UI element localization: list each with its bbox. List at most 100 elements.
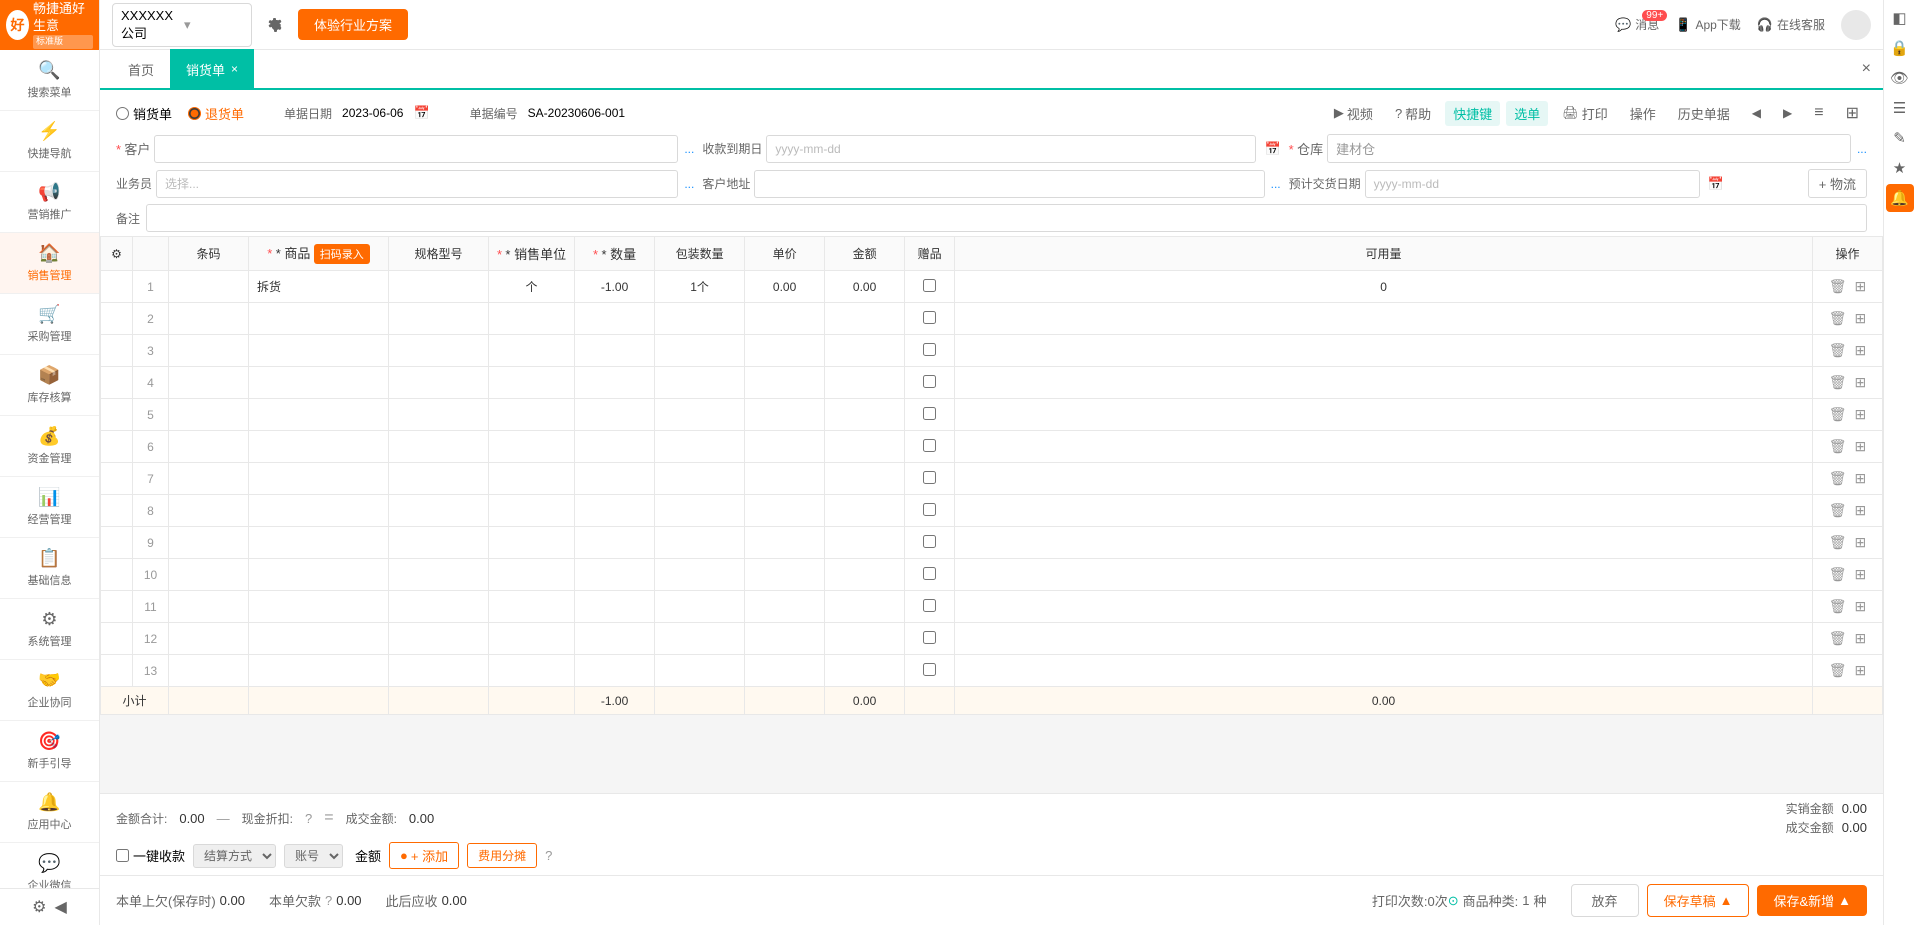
- row-product-cell[interactable]: [249, 335, 389, 367]
- delivery-calendar-icon[interactable]: 📅: [1708, 176, 1724, 192]
- gift-checkbox[interactable]: [923, 567, 936, 580]
- discard-button[interactable]: 放弃: [1571, 884, 1639, 917]
- row-qty-cell[interactable]: -1.00: [575, 271, 655, 303]
- row-pkg-qty-cell[interactable]: [655, 463, 745, 495]
- discount-info-icon[interactable]: ?: [305, 811, 312, 826]
- row-spec-cell[interactable]: [389, 591, 489, 623]
- row-pkg-qty-cell[interactable]: [655, 623, 745, 655]
- row-delete-button[interactable]: 🗑: [1827, 372, 1849, 393]
- row-barcode-cell[interactable]: [169, 335, 249, 367]
- one-click-checkbox[interactable]: [116, 849, 129, 862]
- payment-calendar-icon[interactable]: 📅: [1264, 141, 1280, 157]
- row-amount-cell[interactable]: [825, 623, 905, 655]
- row-unit-cell[interactable]: [489, 623, 575, 655]
- row-gift-cell[interactable]: [905, 271, 955, 303]
- row-gift-cell[interactable]: [905, 335, 955, 367]
- save-new-button[interactable]: 保存&新增 ▲: [1757, 885, 1867, 916]
- sidebar-item-apps[interactable]: 🔔 应用中心: [0, 782, 99, 843]
- row-amount-cell[interactable]: 0.00: [825, 271, 905, 303]
- row-gift-cell[interactable]: [905, 495, 955, 527]
- row-unit-cell[interactable]: [489, 463, 575, 495]
- sidebar-item-finance[interactable]: 💰 资金管理: [0, 416, 99, 477]
- row-spec-cell[interactable]: [389, 495, 489, 527]
- fee-help-icon[interactable]: ?: [545, 848, 552, 863]
- row-barcode-cell[interactable]: [169, 463, 249, 495]
- row-product-cell[interactable]: [249, 527, 389, 559]
- row-unit-cell[interactable]: [489, 367, 575, 399]
- warehouse-more-button[interactable]: ...: [1857, 142, 1867, 156]
- row-gift-cell[interactable]: [905, 591, 955, 623]
- row-product-cell[interactable]: 拆货: [249, 271, 389, 303]
- radio-return-input[interactable]: [188, 107, 201, 120]
- row-delete-button[interactable]: 🗑: [1827, 404, 1849, 425]
- row-amount-cell[interactable]: [825, 399, 905, 431]
- row-product-cell[interactable]: [249, 623, 389, 655]
- row-unit-cell[interactable]: [489, 591, 575, 623]
- row-pkg-qty-cell[interactable]: [655, 655, 745, 687]
- row-product-cell[interactable]: [249, 591, 389, 623]
- add-payment-button[interactable]: ● + 添加: [389, 842, 459, 869]
- remark-input[interactable]: [146, 204, 1867, 232]
- row-delete-button[interactable]: 🗑: [1827, 436, 1849, 457]
- row-copy-button[interactable]: ⊞: [1853, 340, 1869, 361]
- print-button[interactable]: 🖨 打印: [1554, 101, 1616, 126]
- row-barcode-cell[interactable]: [169, 399, 249, 431]
- sidebar-item-purchase[interactable]: 🛒 采购管理: [0, 294, 99, 355]
- row-unit-price-cell[interactable]: [745, 495, 825, 527]
- row-pkg-qty-cell[interactable]: [655, 591, 745, 623]
- row-copy-button[interactable]: ⊞: [1853, 532, 1869, 553]
- payment-method-select[interactable]: 结算方式: [193, 844, 276, 868]
- row-spec-cell[interactable]: [389, 303, 489, 335]
- row-gift-cell[interactable]: [905, 367, 955, 399]
- row-spec-cell[interactable]: [389, 431, 489, 463]
- header-settings-button[interactable]: [260, 10, 290, 40]
- row-copy-button[interactable]: ⊞: [1853, 500, 1869, 521]
- row-pkg-qty-cell[interactable]: [655, 399, 745, 431]
- sidebar-settings-icon[interactable]: ⚙: [32, 897, 46, 917]
- logistics-button[interactable]: + 物流: [1808, 169, 1867, 198]
- tab-close-icon[interactable]: ×: [231, 62, 238, 76]
- shortcut-button[interactable]: 快捷键: [1445, 101, 1500, 126]
- row-copy-button[interactable]: ⊞: [1853, 436, 1869, 457]
- grid-view-button[interactable]: ⊞: [1838, 100, 1867, 126]
- row-pkg-qty-cell[interactable]: [655, 335, 745, 367]
- row-delete-button[interactable]: 🗑: [1827, 500, 1849, 521]
- row-barcode-cell[interactable]: [169, 527, 249, 559]
- row-gift-cell[interactable]: [905, 303, 955, 335]
- list-view-button[interactable]: ≡: [1806, 101, 1831, 125]
- prev-button[interactable]: ◀: [1744, 103, 1769, 123]
- side-panel-btn-6[interactable]: ★: [1886, 154, 1914, 182]
- next-button[interactable]: ▶: [1775, 103, 1800, 123]
- help-button[interactable]: ? 帮助: [1387, 101, 1439, 126]
- tab-bar-close-button[interactable]: ×: [1862, 60, 1871, 78]
- sidebar-item-basic[interactable]: 📋 基础信息: [0, 538, 99, 599]
- row-spec-cell[interactable]: [389, 367, 489, 399]
- tab-sales-order[interactable]: 销货单 ×: [170, 49, 254, 89]
- sidebar-item-guide[interactable]: 🎯 新手引导: [0, 721, 99, 782]
- row-spec-cell[interactable]: [389, 623, 489, 655]
- row-spec-cell[interactable]: [389, 399, 489, 431]
- gift-checkbox[interactable]: [923, 279, 936, 292]
- row-gift-cell[interactable]: [905, 399, 955, 431]
- sidebar-item-marketing[interactable]: 📢 营销推广: [0, 172, 99, 233]
- row-product-cell[interactable]: [249, 367, 389, 399]
- row-qty-cell[interactable]: [575, 559, 655, 591]
- sidebar-collapse-icon[interactable]: ◀: [55, 897, 67, 917]
- gift-checkbox[interactable]: [923, 311, 936, 324]
- row-barcode-cell[interactable]: [169, 495, 249, 527]
- row-product-cell[interactable]: [249, 655, 389, 687]
- tab-home[interactable]: 首页: [112, 49, 170, 89]
- company-selector[interactable]: XXXXXX公司 ▾: [112, 3, 252, 47]
- user-avatar[interactable]: [1841, 10, 1871, 40]
- radio-return-order[interactable]: 退货单: [188, 104, 244, 123]
- row-copy-button[interactable]: ⊞: [1853, 564, 1869, 585]
- row-barcode-cell[interactable]: [169, 591, 249, 623]
- row-amount-cell[interactable]: [825, 527, 905, 559]
- gift-checkbox[interactable]: [923, 343, 936, 356]
- payment-date-input[interactable]: yyyy-mm-dd: [766, 135, 1256, 163]
- gift-checkbox[interactable]: [923, 439, 936, 452]
- row-qty-cell[interactable]: [575, 655, 655, 687]
- row-amount-cell[interactable]: [825, 367, 905, 399]
- row-barcode-cell[interactable]: [169, 271, 249, 303]
- row-qty-cell[interactable]: [575, 527, 655, 559]
